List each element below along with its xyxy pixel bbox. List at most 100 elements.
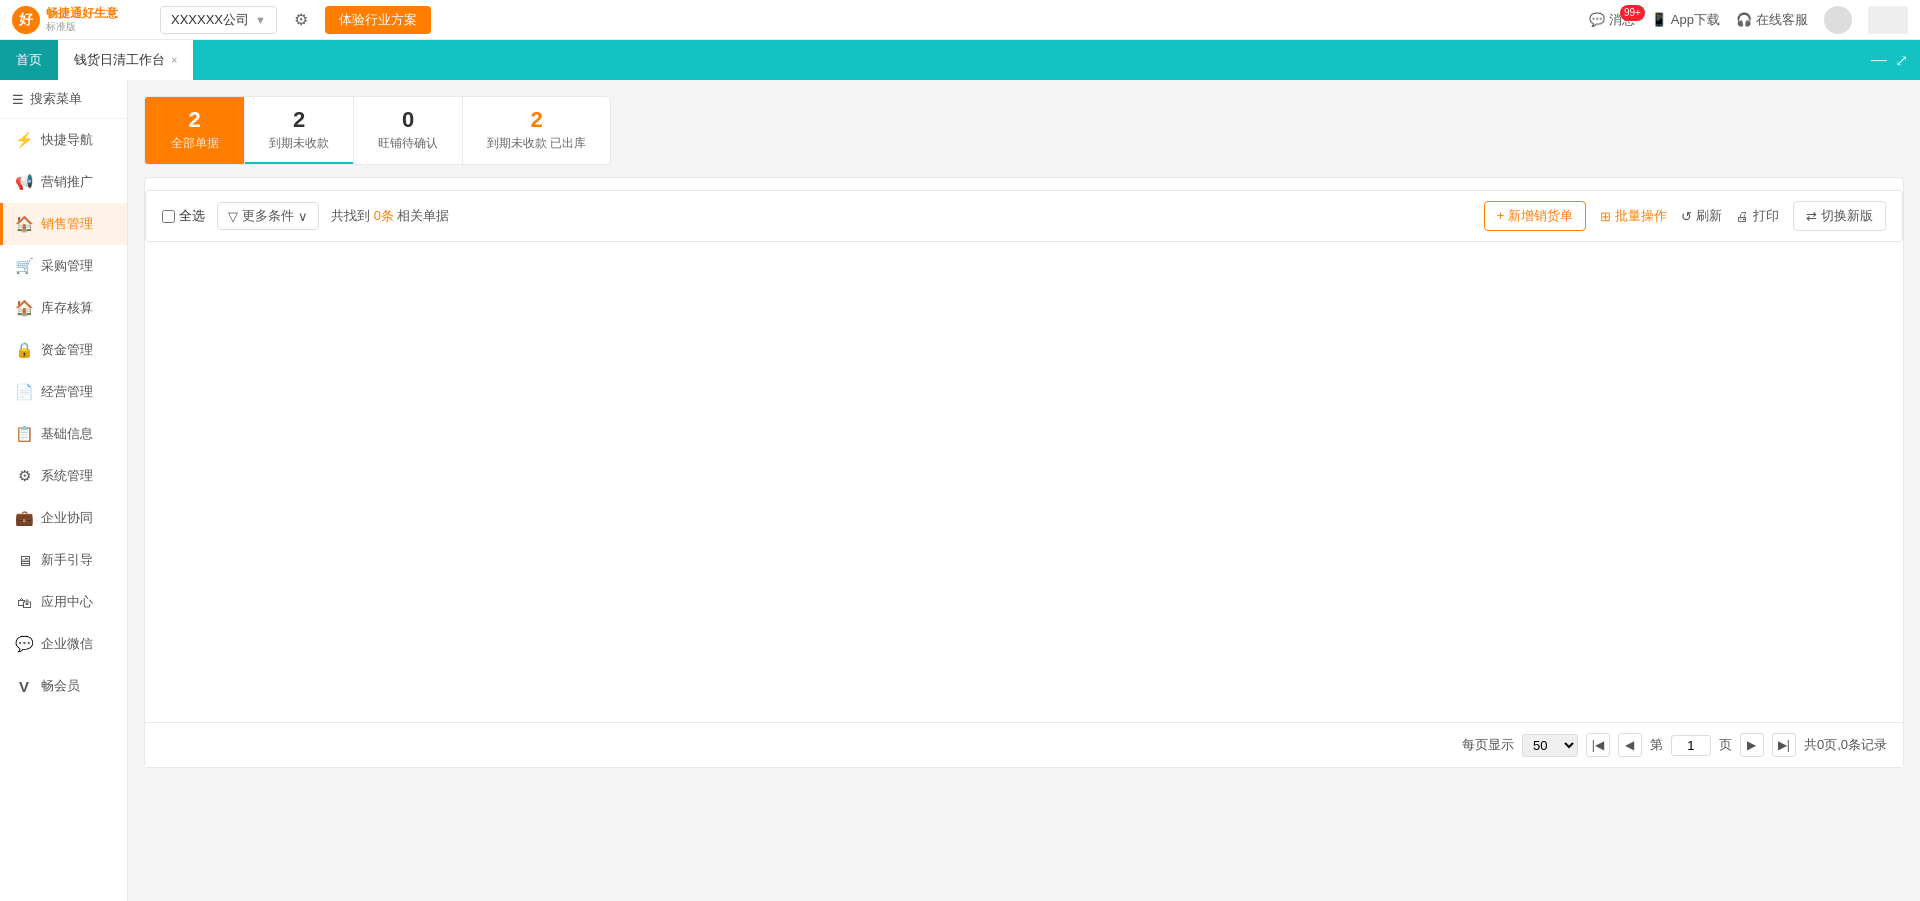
page-size-select[interactable]: 50 100 200 [1522,734,1578,757]
refresh-label: 刷新 [1696,207,1722,225]
sidebar-item-purchase[interactable]: 🛒 采购管理 [0,245,127,287]
current-page-input[interactable] [1671,735,1711,756]
pagination: 每页显示 50 100 200 |◀ ◀ 第 页 ▶ ▶| 共0页,0条记录 [145,722,1903,767]
select-all-checkbox[interactable]: 全选 [162,207,205,225]
member-label: 畅会员 [41,677,80,695]
stat-tab-all[interactable]: 2 全部单据 [145,97,245,164]
prev-page-button[interactable]: ◀ [1618,733,1642,757]
page-size-label: 每页显示 [1462,736,1514,754]
nav-tab-expand: — ⤢ [1859,51,1920,70]
purchase-label: 采购管理 [41,257,93,275]
operations-label: 经营管理 [41,383,93,401]
stat-overdue-shipped-label: 到期未收款 已出库 [487,135,586,152]
stat-all-label: 全部单据 [171,135,219,152]
stats-tabs: 2 全部单据 2 到期未收款 0 旺铺待确认 2 到期未收款 已出库 [144,96,611,165]
main-content: 2 全部单据 2 到期未收款 0 旺铺待确认 2 到期未收款 已出库 [128,80,1920,901]
system-label: 系统管理 [41,467,93,485]
settings-button[interactable]: ⚙ [287,6,315,34]
quicknav-label: 快捷导航 [41,131,93,149]
tab-qianhuoricin[interactable]: 钱货日清工作台 × [58,40,193,80]
sidebar-item-baseinfo[interactable]: 📋 基础信息 [0,413,127,455]
switch-version-button[interactable]: ⇄ 切换新版 [1793,201,1886,231]
sidebar-item-wechat[interactable]: 💬 企业微信 [0,623,127,665]
first-page-button[interactable]: |◀ [1586,733,1610,757]
content-block: 全选 ▽ 更多条件 ∨ 共找到 0条 相关单据 + 新增销货单 ⊞ 批量操作 [144,177,1904,768]
batch-operation-button[interactable]: ⊞ 批量操作 [1600,207,1667,225]
select-all-input[interactable] [162,210,175,223]
baseinfo-label: 基础信息 [41,425,93,443]
top-header: 好 畅捷通好生意 标准版 XXXXXX公司 ▼ ⚙ 体验行业方案 💬 消息 99… [0,0,1920,40]
sidebar-item-inventory[interactable]: 🏠 库存核算 [0,287,127,329]
sidebar-item-quicknav[interactable]: ⚡ 快捷导航 [0,119,127,161]
online-service-icon: 🎧 [1736,12,1752,27]
sidebar-item-operations[interactable]: 📄 经营管理 [0,371,127,413]
found-prefix: 共找到 [331,208,370,223]
found-suffix: 相关单据 [397,208,449,223]
sidebar-item-cooperation[interactable]: 💼 企业协同 [0,497,127,539]
nav-tabs: 首页 钱货日清工作台 × — ⤢ [0,40,1920,80]
stat-tab-wangpu[interactable]: 0 旺铺待确认 [354,97,463,164]
sidebar-item-sales[interactable]: 🏠 销售管理 [0,203,127,245]
sidebar-item-member[interactable]: V 畅会员 [0,665,127,707]
company-selector[interactable]: XXXXXX公司 ▼ [160,6,277,34]
messages-button[interactable]: 💬 消息 99+ [1589,11,1635,29]
search-label: 搜索菜单 [30,90,82,108]
found-text: 共找到 0条 相关单据 [331,207,449,225]
stat-tab-overdue[interactable]: 2 到期未收款 [245,97,354,164]
inventory-icon: 🏠 [15,299,33,317]
next-page-button[interactable]: ▶ [1740,733,1764,757]
stat-all-num: 2 [188,109,200,131]
app-download-icon: 📱 [1651,12,1667,27]
print-label: 打印 [1753,207,1779,225]
wechat-label: 企业微信 [41,635,93,653]
sidebar-item-appcenter[interactable]: 🛍 应用中心 [0,581,127,623]
operations-icon: 📄 [15,383,33,401]
stat-overdue-shipped-num: 2 [531,109,543,131]
appcenter-icon: 🛍 [15,593,33,611]
logo-sub-text: 标准版 [46,21,118,32]
print-button[interactable]: 🖨 打印 [1736,207,1779,225]
app-download-label: App下载 [1671,11,1720,29]
stat-tab-overdue-shipped[interactable]: 2 到期未收款 已出库 [463,97,610,164]
tab-maximize-icon[interactable]: ⤢ [1895,51,1908,70]
tab-minimize-icon[interactable]: — [1871,51,1887,69]
online-service-button[interactable]: 🎧 在线客服 [1736,11,1808,29]
sidebar-item-system[interactable]: ⚙ 系统管理 [0,455,127,497]
settings-icon: ⚙ [294,10,308,29]
header-right: 💬 消息 99+ 📱 App下载 🎧 在线客服 [1589,6,1908,34]
guide-label: 新手引导 [41,551,93,569]
logo-text-area: 畅捷通好生意 标准版 [46,7,118,31]
sidebar-item-marketing[interactable]: 📢 营销推广 [0,161,127,203]
marketing-icon: 📢 [15,173,33,191]
trial-button[interactable]: 体验行业方案 [325,6,431,34]
avatar[interactable] [1824,6,1852,34]
quicknav-icon: ⚡ [15,131,33,149]
member-icon: V [15,677,33,695]
sidebar-item-guide[interactable]: 🖥 新手引导 [0,539,127,581]
sidebar-item-finance[interactable]: 🔒 资金管理 [0,329,127,371]
app-download-button[interactable]: 📱 App下载 [1651,11,1720,29]
finance-label: 资金管理 [41,341,93,359]
batch-icon: ⊞ [1600,209,1611,224]
total-text: 共0页,0条记录 [1804,736,1887,754]
logo-main-text: 畅捷通好生意 [46,7,118,20]
finance-icon: 🔒 [15,341,33,359]
message-icon: 💬 [1589,12,1605,27]
last-page-button[interactable]: ▶| [1772,733,1796,757]
found-count: 0条 [374,208,394,223]
tab-qianhuoricin-label: 钱货日清工作台 [74,51,165,69]
add-sales-order-button[interactable]: + 新增销货单 [1484,201,1586,231]
filter-label: 更多条件 [242,207,294,225]
user-name-area[interactable] [1868,6,1908,34]
refresh-button[interactable]: ↺ 刷新 [1681,207,1722,225]
tab-home[interactable]: 首页 [0,40,58,80]
toolbar: 全选 ▽ 更多条件 ∨ 共找到 0条 相关单据 + 新增销货单 ⊞ 批量操作 [145,190,1903,242]
sidebar-search[interactable]: ☰ 搜索菜单 [0,80,127,119]
stat-overdue-label: 到期未收款 [269,135,329,152]
filter-button[interactable]: ▽ 更多条件 ∨ [217,202,319,230]
select-all-label: 全选 [179,207,205,225]
page-label-suffix: 页 [1719,736,1732,754]
tab-close-icon[interactable]: × [171,54,177,66]
stat-wangpu-label: 旺铺待确认 [378,135,438,152]
page-label-prefix: 第 [1650,736,1663,754]
